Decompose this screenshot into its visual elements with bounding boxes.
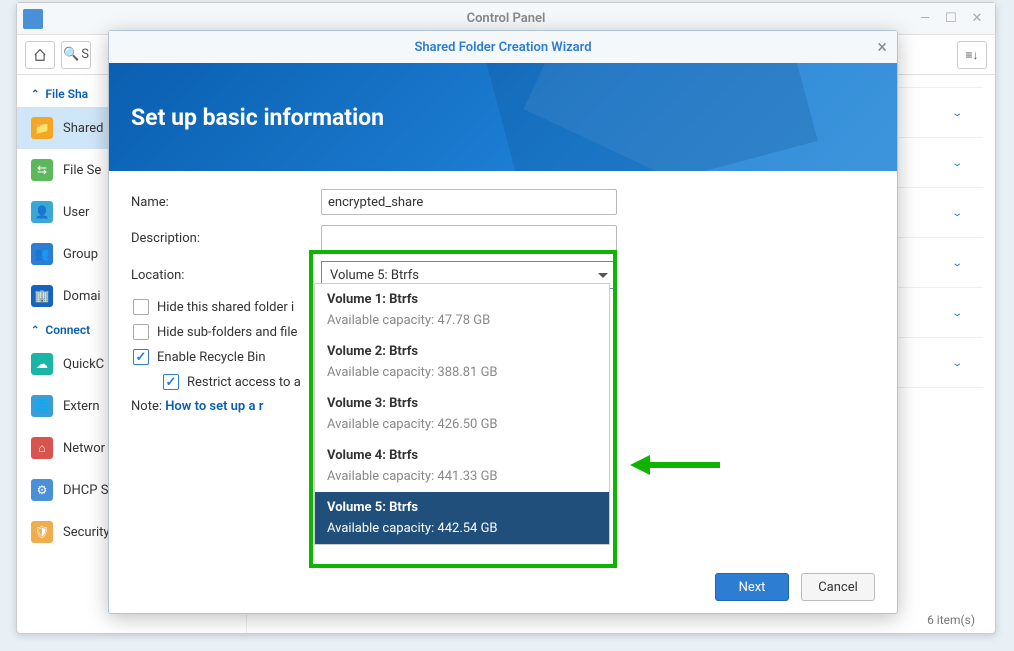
chevron-down-icon: ⌄ [951,307,963,318]
close-button[interactable]: × [877,37,887,58]
location-dropdown-wrap: Volume 1: Btrfs Available capacity: 47.7… [314,255,610,545]
home-button[interactable] [25,41,55,69]
recycle-bin-label: Enable Recycle Bin [157,350,266,365]
volume-option-3[interactable]: Volume 3: Btrfs Available capacity: 426.… [315,388,609,440]
location-dropdown: Volume 1: Btrfs Available capacity: 47.7… [314,283,610,545]
note-link[interactable]: How to set up a r [165,399,263,414]
group-icon: 👥 [31,243,53,265]
banner-title: Set up basic information [131,104,384,131]
maximize-icon[interactable]: ☐ [939,9,963,29]
close-icon[interactable]: ✕ [965,9,989,29]
hide-folder-label: Hide this shared folder i [157,300,294,315]
volume-option-5[interactable]: Volume 5: Btrfs Available capacity: 442.… [315,492,609,544]
volume-option-2[interactable]: Volume 2: Btrfs Available capacity: 388.… [315,336,609,388]
globe-icon: 🌐 [31,395,53,417]
minimize-icon[interactable]: — [913,9,937,29]
cloud-icon: ☁ [31,353,53,375]
wizard-titlebar: Shared Folder Creation Wizard × [109,31,897,63]
folder-icon: 📁 [31,117,53,139]
hide-subfolders-label: Hide sub-folders and file [157,325,297,340]
description-input[interactable] [321,225,617,251]
name-label: Name: [131,195,321,210]
domain-icon: 🏢 [31,285,53,307]
dhcp-icon: ⚙ [31,479,53,501]
volume-option-1[interactable]: Volume 1: Btrfs Available capacity: 47.7… [315,284,609,336]
annotation-arrow [630,450,720,480]
shield-icon: 🛡 [31,521,53,543]
window-title: Control Panel [467,11,546,26]
volume-option-4[interactable]: Volume 4: Btrfs Available capacity: 441.… [315,440,609,492]
location-label: Location: [131,268,321,283]
home-icon [33,48,47,62]
description-label: Description: [131,231,321,246]
restrict-access-label: Restrict access to a [187,375,301,390]
network-icon: ⌂ [31,437,53,459]
user-icon: 👤 [31,201,53,223]
chevron-down-icon: ⌄ [951,357,963,368]
chevron-down-icon: ⌄ [951,107,963,118]
hide-subfolders-checkbox[interactable] [133,324,149,340]
sort-button[interactable]: ≡↓ [957,41,987,69]
sort-icon: ≡↓ [965,48,978,62]
chevron-down-icon: ⌄ [951,157,963,168]
wizard-footer: Next Cancel [109,561,897,613]
app-icon [23,9,43,29]
file-icon: ⇆ [31,159,53,181]
wizard-banner: Set up basic information [109,63,897,171]
chevron-down-icon: ⌄ [951,207,963,218]
chevron-down-icon: ⌄ [951,257,963,268]
search-button[interactable]: 🔍 S [61,41,91,69]
restrict-access-checkbox[interactable] [163,374,179,390]
hide-folder-checkbox[interactable] [133,299,149,315]
next-button[interactable]: Next [715,573,789,601]
recycle-bin-checkbox[interactable] [133,349,149,365]
search-icon: 🔍 [63,47,79,62]
window-controls: — ☐ ✕ [913,9,989,29]
note-label: Note: [131,399,162,414]
cancel-button[interactable]: Cancel [801,573,875,601]
name-input[interactable] [321,189,617,215]
wizard-title: Shared Folder Creation Wizard [414,40,591,55]
status-bar: 6 item(s) [927,613,975,627]
